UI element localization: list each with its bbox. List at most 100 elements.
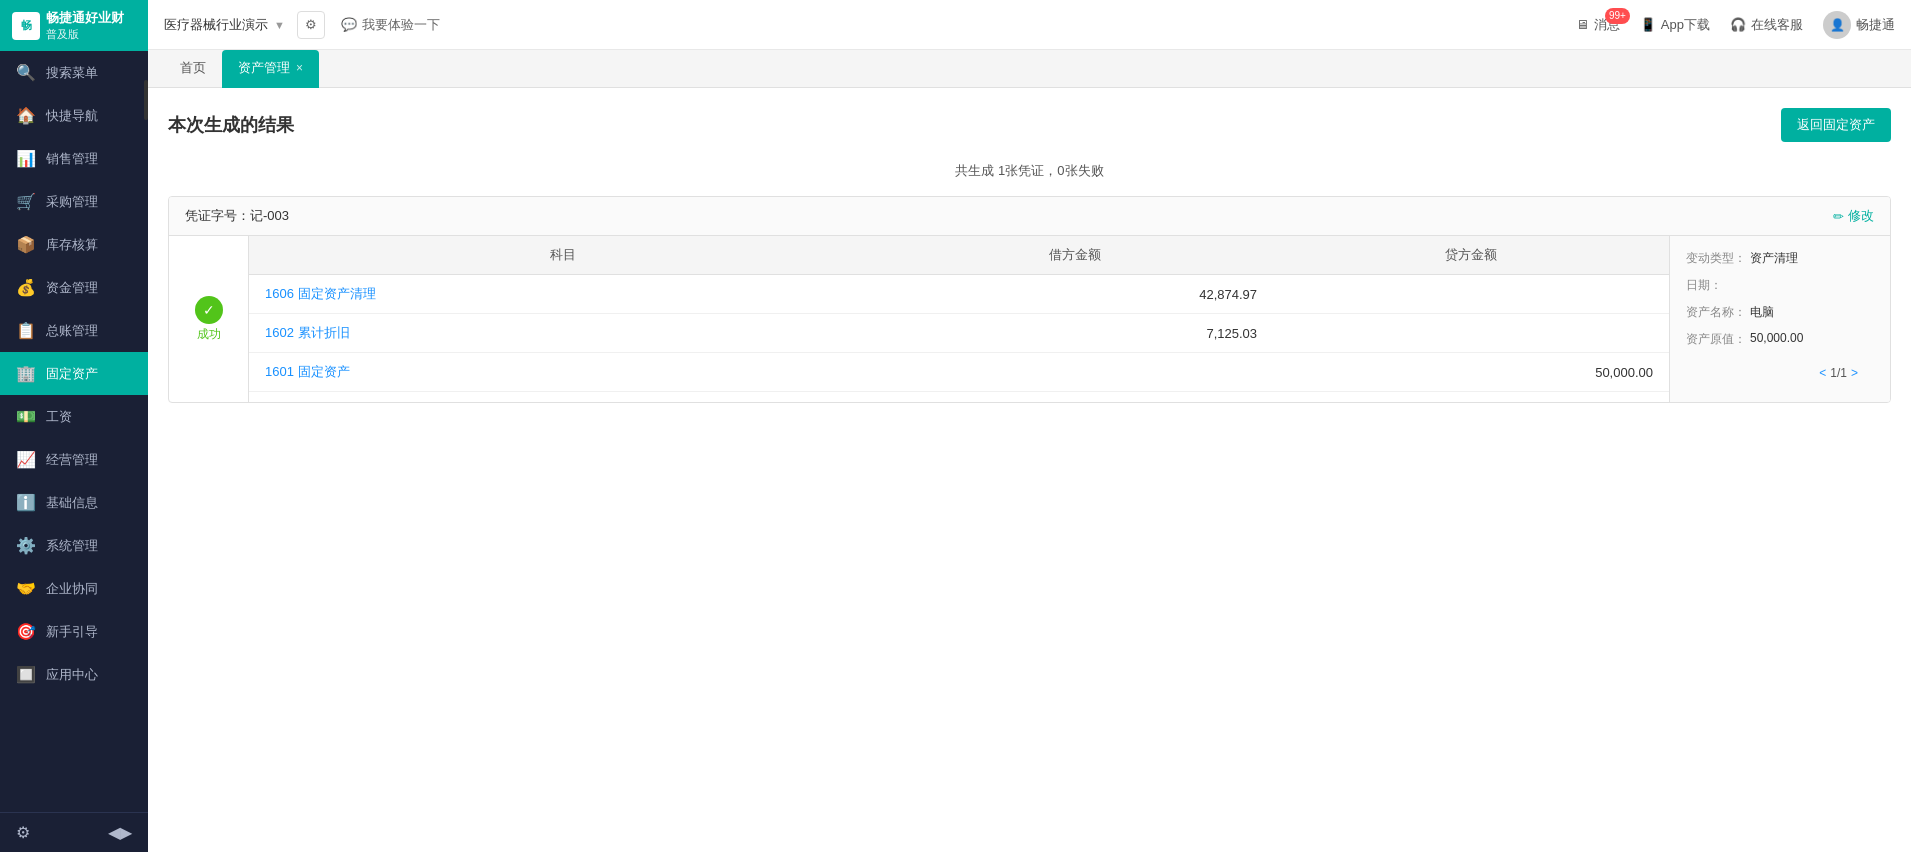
tab-asset-management[interactable]: 资产管理 × — [222, 50, 319, 88]
logo-title: 畅捷通好业财 — [46, 10, 124, 27]
experience-button[interactable]: 💬 我要体验一下 — [341, 16, 440, 34]
sidebar-item-label-funds: 资金管理 — [46, 279, 98, 297]
sidebar-item-label-enterprise: 企业协同 — [46, 580, 98, 598]
table-row: 1602 累计折旧 7,125.03 — [249, 314, 1669, 353]
settings-gear-icon: ⚙ — [305, 17, 317, 32]
online-service-label: 在线客服 — [1751, 16, 1803, 34]
sidebar-item-label-guide: 新手引导 — [46, 623, 98, 641]
voucher-table-body: 1606 固定资产清理 42,874.97 1602 累计折旧 7,125.03… — [249, 275, 1669, 392]
sidebar-footer: ⚙ ◀▶ — [0, 812, 148, 852]
asset-name-value: 电脑 — [1750, 304, 1774, 321]
page-title: 本次生成的结果 — [168, 113, 294, 137]
pagination: < 1/1 > — [1686, 358, 1874, 388]
row-debit — [877, 353, 1273, 392]
row-subject: 1602 累计折旧 — [249, 314, 877, 353]
edit-button[interactable]: ✏ 修改 — [1833, 207, 1874, 225]
topbar: 医疗器械行业演示 ▼ ⚙ 💬 我要体验一下 🖥 消息 99+ 📱 App下载 🎧… — [148, 0, 1911, 50]
page-header: 本次生成的结果 返回固定资产 — [168, 108, 1891, 142]
table-row: 1601 固定资产 50,000.00 — [249, 353, 1669, 392]
sidebar-item-apps[interactable]: 🔲 应用中心 — [0, 653, 148, 696]
sidebar-item-search[interactable]: 🔍 搜索菜单 — [0, 51, 148, 94]
col-credit: 贷方金额 — [1273, 236, 1669, 275]
app-download-button[interactable]: 📱 App下载 — [1640, 16, 1710, 34]
sidebar-item-label-system: 系统管理 — [46, 537, 98, 555]
asset-name-label: 资产名称： — [1686, 304, 1746, 321]
payroll-icon: 💵 — [16, 407, 36, 426]
tabbar: 首页 资产管理 × — [148, 50, 1911, 88]
return-button[interactable]: 返回固定资产 — [1781, 108, 1891, 142]
sidebar-item-basic-info[interactable]: ℹ️ 基础信息 — [0, 481, 148, 524]
main-area: 医疗器械行业演示 ▼ ⚙ 💬 我要体验一下 🖥 消息 99+ 📱 App下载 🎧… — [148, 0, 1911, 852]
inventory-icon: 📦 — [16, 235, 36, 254]
sidebar-item-label-inventory: 库存核算 — [46, 236, 98, 254]
original-value-label: 资产原值： — [1686, 331, 1746, 348]
date-label: 日期： — [1686, 277, 1722, 294]
sidebar-item-quick-nav[interactable]: 🏠 快捷导航 — [0, 94, 148, 137]
voucher-status-col: ✓ 成功 — [169, 236, 249, 402]
guide-icon: 🎯 — [16, 622, 36, 641]
tab-label-home: 首页 — [180, 59, 206, 77]
page-info: 1/1 — [1830, 366, 1847, 380]
basic-info-icon: ℹ️ — [16, 493, 36, 512]
service-icon: 🎧 — [1730, 17, 1746, 32]
operations-icon: 📈 — [16, 450, 36, 469]
sidebar-item-fixed-assets[interactable]: 🏢 固定资产 — [0, 352, 148, 395]
quick-nav-icon: 🏠 — [16, 106, 36, 125]
voucher-header: 凭证字号：记-003 ✏ 修改 — [169, 197, 1890, 236]
edit-icon: ✏ — [1833, 209, 1844, 224]
sidebar-item-label-payroll: 工资 — [46, 408, 72, 426]
topbar-actions: 🖥 消息 99+ 📱 App下载 🎧 在线客服 👤 畅捷通 — [1576, 11, 1895, 39]
row-subject: 1606 固定资产清理 — [249, 275, 877, 314]
purchase-icon: 🛒 — [16, 192, 36, 211]
row-debit: 42,874.97 — [877, 275, 1273, 314]
row-credit — [1273, 275, 1669, 314]
sidebar-item-system[interactable]: ⚙️ 系统管理 — [0, 524, 148, 567]
next-page[interactable]: > — [1851, 366, 1858, 380]
sidebar-item-enterprise[interactable]: 🤝 企业协同 — [0, 567, 148, 610]
settings-icon[interactable]: ⚙ — [16, 823, 30, 842]
funds-icon: 💰 — [16, 278, 36, 297]
settings-button[interactable]: ⚙ — [297, 11, 325, 39]
tab-close-asset-management[interactable]: × — [296, 61, 303, 75]
sidebar-item-guide[interactable]: 🎯 新手引导 — [0, 610, 148, 653]
company-selector[interactable]: 医疗器械行业演示 ▼ — [164, 16, 285, 34]
logo-icon: 畅 — [12, 12, 40, 40]
asset-name-row: 资产名称： 电脑 — [1686, 304, 1874, 321]
voucher-table: 科目 借方金额 贷方金额 1606 固定资产清理 42,874.97 1602 … — [249, 236, 1669, 392]
change-type-row: 变动类型： 资产清理 — [1686, 250, 1874, 267]
prev-page[interactable]: < — [1819, 366, 1826, 380]
sidebar-item-label-quick-nav: 快捷导航 — [46, 107, 98, 125]
user-profile-button[interactable]: 👤 畅捷通 — [1823, 11, 1895, 39]
logo-subtitle: 普及版 — [46, 27, 124, 41]
table-row: 1606 固定资产清理 42,874.97 — [249, 275, 1669, 314]
search-icon: 🔍 — [16, 63, 36, 82]
online-service-button[interactable]: 🎧 在线客服 — [1730, 16, 1803, 34]
company-dropdown-icon: ▼ — [274, 19, 285, 31]
enterprise-icon: 🤝 — [16, 579, 36, 598]
col-debit: 借方金额 — [877, 236, 1273, 275]
sidebar-item-ledger[interactable]: 📋 总账管理 — [0, 309, 148, 352]
tab-label-asset-management: 资产管理 — [238, 59, 290, 77]
sidebar-item-label-apps: 应用中心 — [46, 666, 98, 684]
messages-icon: 🖥 — [1576, 17, 1589, 32]
sidebar-nav: 🔍 搜索菜单 🏠 快捷导航 📊 销售管理 🛒 采购管理 📦 库存核算 💰 资金管… — [0, 51, 148, 812]
voucher-table-wrapper: 科目 借方金额 贷方金额 1606 固定资产清理 42,874.97 1602 … — [249, 236, 1670, 402]
tab-home[interactable]: 首页 — [164, 50, 222, 88]
messages-button[interactable]: 🖥 消息 99+ — [1576, 16, 1620, 34]
voucher-body: ✓ 成功 科目 借方金额 贷方金额 — [169, 236, 1890, 402]
sidebar-item-operations[interactable]: 📈 经营管理 — [0, 438, 148, 481]
sidebar-item-sales[interactable]: 📊 销售管理 — [0, 137, 148, 180]
sidebar-item-label-sales: 销售管理 — [46, 150, 98, 168]
messages-badge: 99+ — [1605, 8, 1630, 24]
row-credit: 50,000.00 — [1273, 353, 1669, 392]
experience-chat-icon: 💬 — [341, 17, 357, 32]
row-credit — [1273, 314, 1669, 353]
username: 畅捷通 — [1856, 16, 1895, 34]
sidebar-item-purchase[interactable]: 🛒 采购管理 — [0, 180, 148, 223]
experience-label: 我要体验一下 — [362, 16, 440, 34]
sidebar-item-funds[interactable]: 💰 资金管理 — [0, 266, 148, 309]
collapse-icon[interactable]: ◀▶ — [108, 823, 132, 842]
date-row: 日期： — [1686, 277, 1874, 294]
sidebar-item-inventory[interactable]: 📦 库存核算 — [0, 223, 148, 266]
sidebar-item-payroll[interactable]: 💵 工资 — [0, 395, 148, 438]
